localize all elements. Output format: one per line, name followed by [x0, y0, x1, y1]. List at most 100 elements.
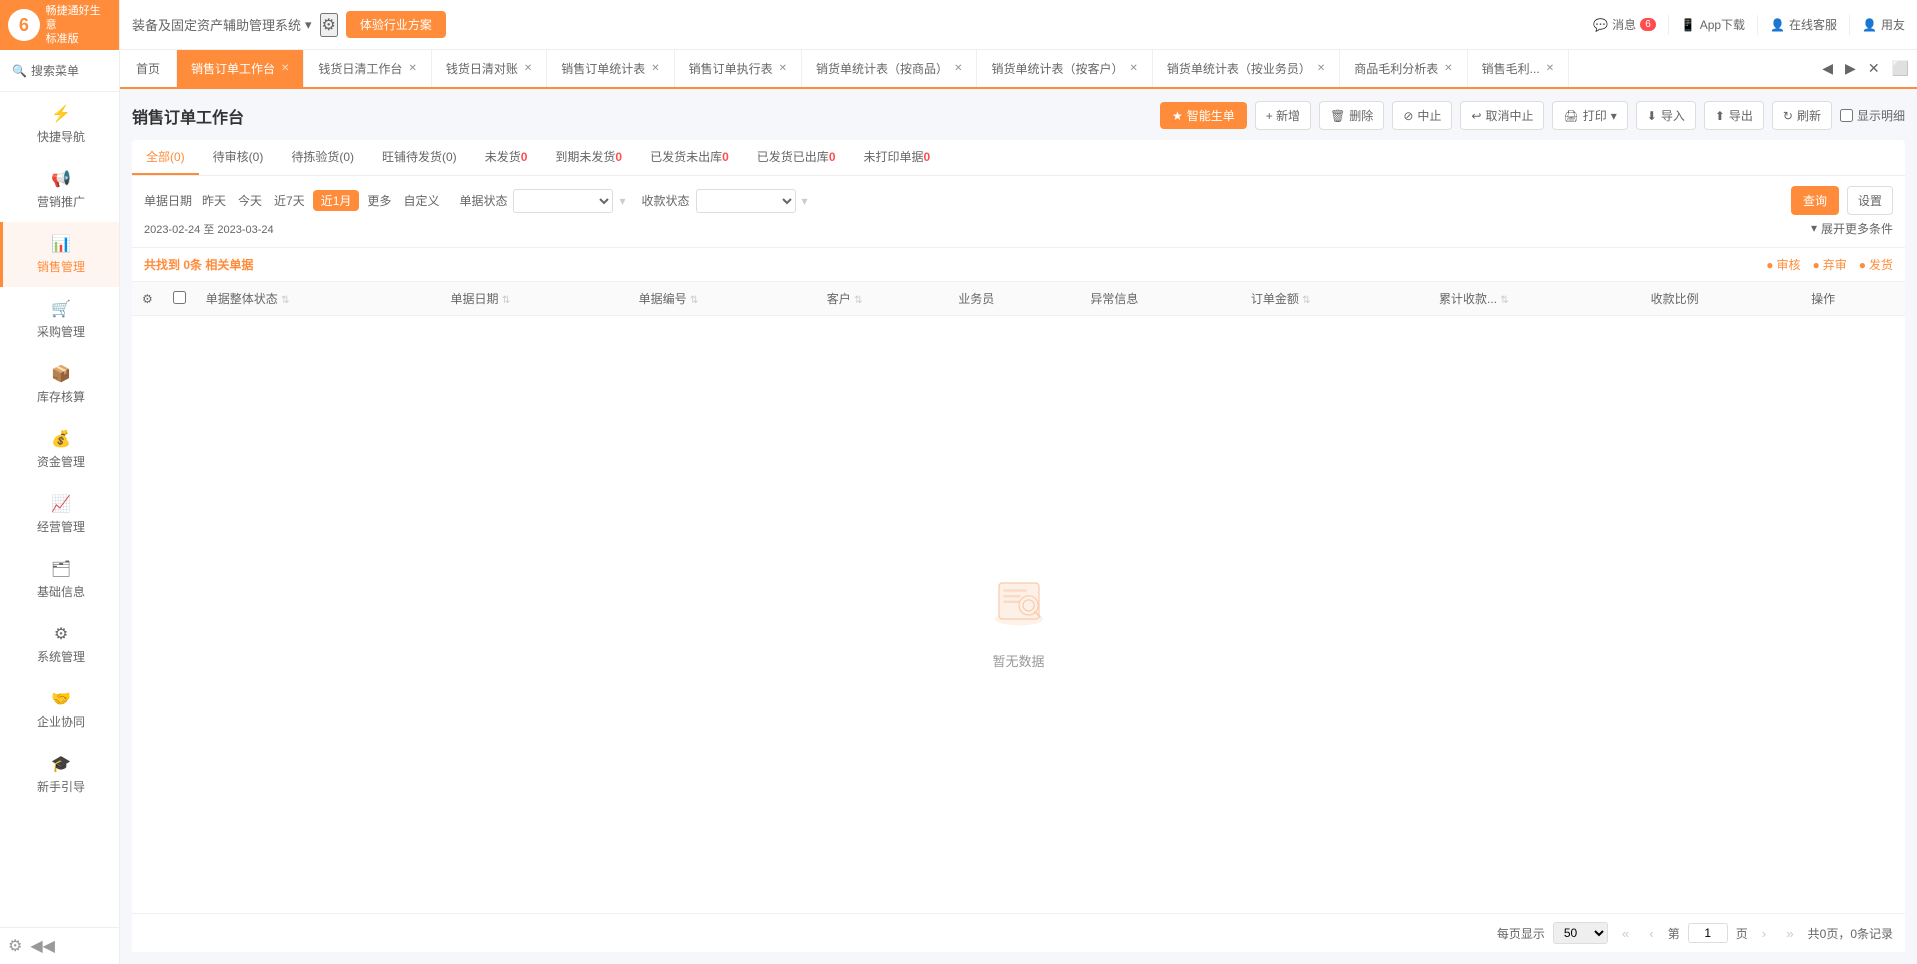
cancel-stop-button[interactable]: ↩ 取消中止 [1460, 101, 1544, 130]
tab-reconciliation[interactable]: 钱货日清对账 ✕ [432, 50, 547, 87]
th-customer[interactable]: 客户 ⇅ [817, 282, 948, 316]
filter-tab-shipped-out[interactable]: 已发货已出库0 [743, 140, 850, 175]
status-dropdown[interactable] [513, 189, 613, 213]
page-suffix: 页 [1736, 925, 1748, 942]
sidebar-item-inventory[interactable]: 📦 库存核算 [0, 352, 119, 417]
system-title-dropdown[interactable]: 装备及固定资产辅助管理系统 ▾ [132, 15, 312, 34]
tab-close-icon[interactable]: ✕ [1546, 63, 1554, 74]
app-download-button[interactable]: 📱 App下载 [1681, 16, 1745, 33]
tab-close-icon[interactable]: ✕ [281, 63, 289, 74]
tab-close-icon[interactable]: ✕ [779, 63, 787, 74]
expand-conditions-button[interactable]: ▾ 展开更多条件 [1811, 220, 1893, 237]
tab-sales-stats-customer[interactable]: 销货单统计表（按客户） ✕ [977, 50, 1152, 87]
show-detail-checkbox[interactable] [1840, 109, 1853, 122]
tab-close-icon[interactable]: ✕ [1444, 63, 1452, 74]
tab-sales-workbench[interactable]: 销售订单工作台 ✕ [177, 50, 304, 87]
sidebar-item-marketing[interactable]: 📢 营销推广 [0, 157, 119, 222]
sidebar-item-operation[interactable]: 📈 经营管理 [0, 482, 119, 547]
th-settings[interactable]: ⚙ [132, 282, 163, 316]
message-button[interactable]: 💬 消息 6 [1593, 16, 1656, 33]
th-status[interactable]: 单据整体状态 ⇅ [196, 282, 441, 316]
page-label: 第 [1668, 925, 1680, 942]
sidebar-item-enterprise[interactable]: 🤝 企业协同 [0, 677, 119, 742]
filter-tab-unshipped[interactable]: 未发货0 [471, 140, 542, 175]
page-number-input[interactable] [1688, 923, 1728, 943]
filter-tab-unprinted[interactable]: 未打印单据0 [850, 140, 945, 175]
next-page-button[interactable]: › [1756, 924, 1772, 943]
review-button[interactable]: ● 审核 [1766, 256, 1800, 273]
payment-dropdown[interactable] [696, 189, 796, 213]
last-month-btn[interactable]: 近1月 [313, 190, 360, 211]
th-number[interactable]: 单据编号 ⇅ [629, 282, 817, 316]
tab-order-exec[interactable]: 销售订单执行表 ✕ [675, 50, 802, 87]
search-menu-button[interactable]: 🔍 搜索菜单 [8, 58, 111, 83]
show-detail-label[interactable]: 显示明细 [1840, 107, 1905, 124]
tab-sales-stats-product[interactable]: 销货单统计表（按商品） ✕ [802, 50, 977, 87]
tab-close-icon[interactable]: ✕ [524, 63, 532, 74]
tab-close-icon[interactable]: ✕ [1129, 63, 1137, 74]
status-search-field: 单据状态 ▾ [459, 189, 625, 213]
industry-solution-button[interactable]: 体验行业方案 [346, 11, 446, 38]
content-area: 销售订单工作台 ★ 智能生单 + 新增 🗑 删除 ⊘ 中止 ↩ 取消中止 [120, 89, 1917, 964]
tab-close-icon[interactable]: ✕ [408, 63, 416, 74]
more-btn[interactable]: 更多 [363, 190, 395, 211]
first-page-button[interactable]: « [1616, 924, 1635, 943]
delete-button[interactable]: 🗑 删除 [1319, 101, 1384, 130]
tab-close-icon[interactable]: ✕ [954, 63, 962, 74]
th-cumulative[interactable]: 累计收款... ⇅ [1429, 282, 1641, 316]
filter-tab-pending-check[interactable]: 待拣验货(0) [277, 140, 368, 175]
user-button[interactable]: 👤 用友 [1862, 16, 1905, 33]
print-button[interactable]: 🖨 打印 ▾ [1552, 101, 1627, 130]
th-checkbox[interactable] [163, 282, 196, 316]
settings-search-button[interactable]: 设置 [1847, 186, 1893, 215]
tab-sales-margin[interactable]: 销售毛利... ✕ [1468, 50, 1569, 87]
sidebar-settings-button[interactable]: ⚙ [8, 936, 22, 956]
tab-home[interactable]: 首页 [120, 50, 177, 87]
sidebar-item-base-info[interactable]: 🗂 基础信息 [0, 547, 119, 612]
yesterday-btn[interactable]: 昨天 [198, 190, 230, 211]
topbar-settings-button[interactable]: ⚙ [320, 13, 338, 37]
tab-expand-button[interactable]: ⬜ [1888, 56, 1913, 81]
filter-tab-shop-pending[interactable]: 旺铺待发货(0) [368, 140, 471, 175]
import-button[interactable]: ⬇ 导入 [1636, 101, 1696, 130]
ship-button[interactable]: ● 发货 [1859, 256, 1893, 273]
stop-button[interactable]: ⊘ 中止 [1392, 101, 1452, 130]
tab-close-all-button[interactable]: ✕ [1864, 56, 1884, 81]
filter-tab-shipped-not-out[interactable]: 已发货未出库0 [636, 140, 743, 175]
user-icon: 👤 [1862, 18, 1877, 32]
sidebar-item-guide[interactable]: 🎓 新手引导 [0, 742, 119, 807]
tab-nav-next-button[interactable]: ▶ [1841, 56, 1860, 81]
last-page-button[interactable]: » [1780, 924, 1799, 943]
discard-review-button[interactable]: ● 弃审 [1812, 256, 1846, 273]
today-btn[interactable]: 今天 [234, 190, 266, 211]
per-page-select[interactable]: 20 50 100 200 [1553, 922, 1608, 944]
sidebar-item-quick-nav[interactable]: ⚡ 快捷导航 [0, 92, 119, 157]
sidebar-item-purchase[interactable]: 🛒 采购管理 [0, 287, 119, 352]
query-button[interactable]: 查询 [1791, 186, 1839, 215]
select-all-checkbox[interactable] [173, 291, 186, 304]
last7days-btn[interactable]: 近7天 [270, 190, 309, 211]
filter-tab-all[interactable]: 全部(0) [132, 140, 199, 175]
th-date[interactable]: 单据日期 ⇅ [441, 282, 629, 316]
smart-create-button[interactable]: ★ 智能生单 [1160, 102, 1247, 129]
add-button[interactable]: + 新增 [1255, 101, 1311, 130]
online-service-button[interactable]: 👤 在线客服 [1770, 16, 1837, 33]
sidebar-item-system[interactable]: ⚙ 系统管理 [0, 612, 119, 677]
prev-page-button[interactable]: ‹ [1643, 924, 1659, 943]
tab-money-daily[interactable]: 钱货日清工作台 ✕ [304, 50, 431, 87]
tab-margin-analysis[interactable]: 商品毛利分析表 ✕ [1340, 50, 1467, 87]
tab-close-icon[interactable]: ✕ [1317, 63, 1325, 74]
custom-btn[interactable]: 自定义 [399, 190, 443, 211]
refresh-button[interactable]: ↻ 刷新 [1772, 101, 1832, 130]
tab-sales-stats-staff[interactable]: 销货单统计表（按业务员） ✕ [1153, 50, 1340, 87]
tab-order-stats[interactable]: 销售订单统计表 ✕ [547, 50, 674, 87]
sidebar-item-finance[interactable]: 💰 资金管理 [0, 417, 119, 482]
sidebar-collapse-button[interactable]: ◀◀ [30, 936, 55, 956]
export-button[interactable]: ⬆ 导出 [1704, 101, 1764, 130]
tab-close-icon[interactable]: ✕ [651, 63, 659, 74]
filter-tab-overdue-unshipped[interactable]: 到期未发货0 [541, 140, 636, 175]
tab-nav-prev-button[interactable]: ◀ [1818, 56, 1837, 81]
filter-tab-pending-review[interactable]: 待审核(0) [199, 140, 278, 175]
th-amount[interactable]: 订单金额 ⇅ [1241, 282, 1429, 316]
sidebar-item-sales[interactable]: 📊 销售管理 [0, 222, 119, 287]
